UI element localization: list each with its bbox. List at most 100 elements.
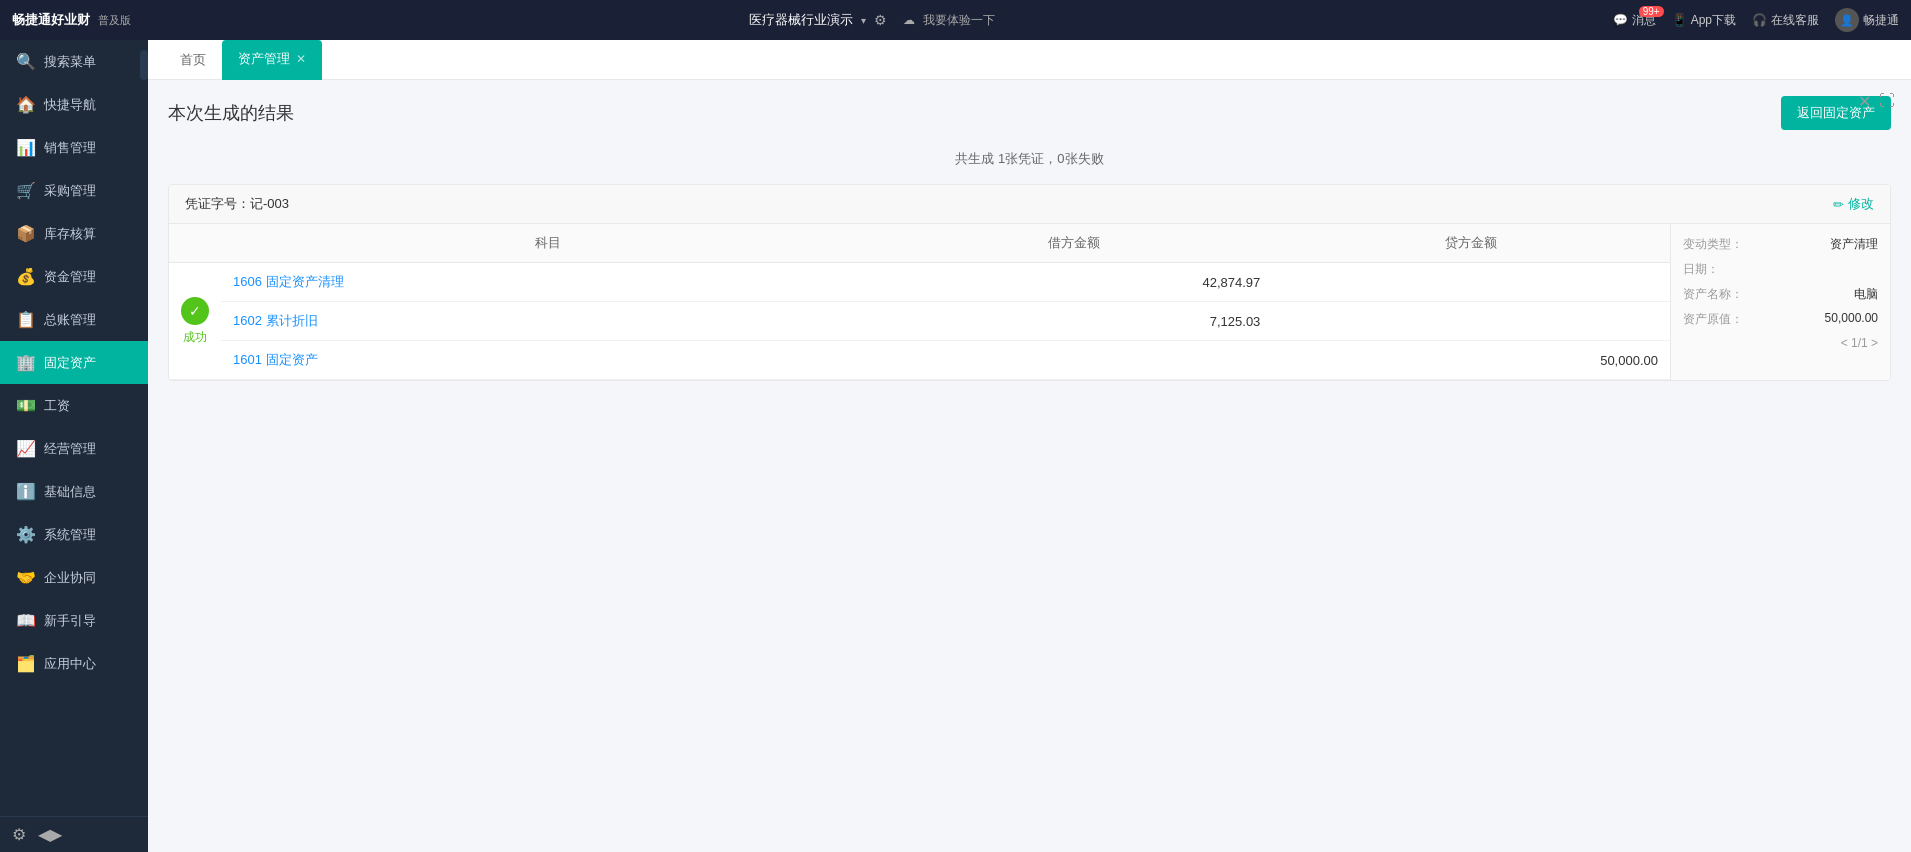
sidebar-label-quick-nav: 快捷导航	[44, 96, 96, 114]
sales-icon: 📊	[16, 138, 36, 157]
subject-col-header: 科目	[221, 224, 875, 263]
collapse-icon[interactable]: ◀▶	[38, 825, 62, 844]
voucher-table: 科目 借方金额 贷方金额 ✓ 成功	[169, 224, 1670, 380]
sidebar-label-sales: 销售管理	[44, 139, 96, 157]
debit-cell-2: 7,125.03	[875, 302, 1273, 341]
sidebar-item-basic-info[interactable]: ℹ️ 基础信息	[0, 470, 148, 513]
company-name: 医疗器械行业演示	[749, 11, 853, 29]
message-button[interactable]: 💬 消息 99+	[1613, 12, 1656, 29]
home-icon: 🏠	[16, 95, 36, 114]
tab-bar: 首页 资产管理 ✕	[148, 40, 1911, 80]
sidebar-item-guide[interactable]: 📖 新手引导	[0, 599, 148, 642]
message-icon: 💬	[1613, 13, 1628, 27]
experience-button[interactable]: 我要体验一下	[923, 12, 995, 29]
sidebar-item-payroll[interactable]: 💵 工资	[0, 384, 148, 427]
sidebar-item-app-center[interactable]: 🗂️ 应用中心	[0, 642, 148, 685]
sidebar-item-inventory[interactable]: 📦 库存核算	[0, 212, 148, 255]
sidebar-item-sales[interactable]: 📊 销售管理	[0, 126, 148, 169]
top-header: 畅捷通好业财 普及版 医疗器械行业演示 ▾ ⚙ ☁ 我要体验一下 💬 消息 99…	[0, 0, 1911, 40]
date-row: 日期：	[1683, 261, 1878, 278]
expand-panel-icon[interactable]: ⛶	[1879, 92, 1895, 111]
ledger-icon: 📋	[16, 310, 36, 329]
close-panel-icon[interactable]: ✕	[1858, 92, 1871, 111]
app-center-icon: 🗂️	[16, 654, 36, 673]
voucher-card: 凭证字号：记-003 ✏ 修改 科目	[168, 184, 1891, 381]
subject-link-1[interactable]: 1606 固定资产清理	[233, 274, 344, 289]
sidebar: 🔍 搜索菜单 🏠 快捷导航 📊 销售管理 🛒 采购管理 📦 库存核算 💰 资金管…	[0, 40, 148, 852]
payroll-icon: 💵	[16, 396, 36, 415]
company-dropdown-icon[interactable]: ▾	[861, 15, 866, 26]
edit-button[interactable]: ✏ 修改	[1833, 195, 1874, 213]
sidebar-item-search[interactable]: 🔍 搜索菜单	[0, 40, 148, 83]
sidebar-label-fixed-assets: 固定资产	[44, 354, 96, 372]
sidebar-item-quick-nav[interactable]: 🏠 快捷导航	[0, 83, 148, 126]
table-row: 1602 累计折旧 7,125.03	[169, 302, 1670, 341]
user-area[interactable]: 👤 畅捷通	[1835, 8, 1899, 32]
credit-cell-2	[1272, 302, 1670, 341]
sidebar-label-search: 搜索菜单	[44, 53, 96, 71]
sidebar-label-operations: 经营管理	[44, 440, 96, 458]
subject-cell-3: 1601 固定资产	[221, 341, 875, 380]
sidebar-label-system: 系统管理	[44, 526, 96, 544]
page-content: ✕ ⛶ 本次生成的结果 返回固定资产 共生成 1张凭证，0张失败 凭证字号：记-…	[148, 80, 1911, 852]
original-value-row: 资产原值： 50,000.00	[1683, 311, 1878, 328]
service-icon: 🎧	[1752, 13, 1767, 27]
voucher-body: 科目 借方金额 贷方金额 ✓ 成功	[169, 224, 1890, 380]
app-edition: 普及版	[98, 13, 131, 28]
change-type-label: 变动类型：	[1683, 236, 1743, 253]
guide-icon: 📖	[16, 611, 36, 630]
credit-col-header: 贷方金额	[1272, 224, 1670, 263]
sidebar-label-guide: 新手引导	[44, 612, 96, 630]
subject-link-3[interactable]: 1601 固定资产	[233, 352, 318, 367]
debit-cell-1: 42,874.97	[875, 263, 1273, 302]
app-download-button[interactable]: 📱 App下载	[1672, 12, 1736, 29]
cooperation-icon: 🤝	[16, 568, 36, 587]
sidebar-label-finance: 资金管理	[44, 268, 96, 286]
avatar: 👤	[1835, 8, 1859, 32]
success-check-icon: ✓	[181, 297, 209, 325]
sidebar-item-cooperation[interactable]: 🤝 企业协同	[0, 556, 148, 599]
content-actions: ✕ ⛶	[1858, 92, 1895, 111]
voucher-table-area: 科目 借方金额 贷方金额 ✓ 成功	[169, 224, 1670, 380]
change-type-row: 变动类型： 资产清理	[1683, 236, 1878, 253]
date-label: 日期：	[1683, 261, 1719, 278]
original-value-label: 资产原值：	[1683, 311, 1743, 328]
subject-link-2[interactable]: 1602 累计折旧	[233, 313, 318, 328]
sidebar-label-ledger: 总账管理	[44, 311, 96, 329]
gear-icon[interactable]: ⚙	[874, 12, 887, 28]
search-icon: 🔍	[16, 52, 36, 71]
system-icon: ⚙️	[16, 525, 36, 544]
page-title-row: 本次生成的结果 返回固定资产	[168, 96, 1891, 130]
logo-area: 畅捷通好业财 普及版	[12, 11, 131, 29]
main-layout: 🔍 搜索菜单 🏠 快捷导航 📊 销售管理 🛒 采购管理 📦 库存核算 💰 资金管…	[0, 40, 1911, 852]
asset-name-value: 电脑	[1854, 286, 1878, 303]
settings-icon[interactable]: ⚙	[12, 825, 26, 844]
debit-cell-3	[875, 341, 1273, 380]
finance-icon: 💰	[16, 267, 36, 286]
voucher-number: 凭证字号：记-003	[185, 195, 289, 213]
sidebar-label-purchase: 采购管理	[44, 182, 96, 200]
sidebar-item-ledger[interactable]: 📋 总账管理	[0, 298, 148, 341]
sidebar-item-fixed-assets[interactable]: 🏢 固定资产	[0, 341, 148, 384]
tab-home[interactable]: 首页	[164, 40, 222, 80]
pagination[interactable]: < 1/1 >	[1683, 336, 1878, 350]
cloud-icon: ☁	[903, 13, 915, 27]
sidebar-label-cooperation: 企业协同	[44, 569, 96, 587]
company-selector[interactable]: 医疗器械行业演示 ▾ ⚙ ☁ 我要体验一下	[749, 11, 995, 29]
sidebar-label-basic-info: 基础信息	[44, 483, 96, 501]
sidebar-item-operations[interactable]: 📈 经营管理	[0, 427, 148, 470]
table-row: ✓ 成功 1606 固定资产清理 42,874.97	[169, 263, 1670, 302]
credit-cell-1	[1272, 263, 1670, 302]
message-badge: 99+	[1639, 6, 1664, 17]
tab-close-icon[interactable]: ✕	[296, 52, 306, 66]
operations-icon: 📈	[16, 439, 36, 458]
online-service-button[interactable]: 🎧 在线客服	[1752, 12, 1819, 29]
sidebar-item-purchase[interactable]: 🛒 采购管理	[0, 169, 148, 212]
sidebar-label-app-center: 应用中心	[44, 655, 96, 673]
sidebar-item-finance[interactable]: 💰 资金管理	[0, 255, 148, 298]
tab-asset-mgmt[interactable]: 资产管理 ✕	[222, 40, 322, 80]
table-row: 1601 固定资产 50,000.00	[169, 341, 1670, 380]
status-label: 成功	[181, 329, 209, 346]
sidebar-item-system[interactable]: ⚙️ 系统管理	[0, 513, 148, 556]
subject-cell-1: 1606 固定资产清理	[221, 263, 875, 302]
